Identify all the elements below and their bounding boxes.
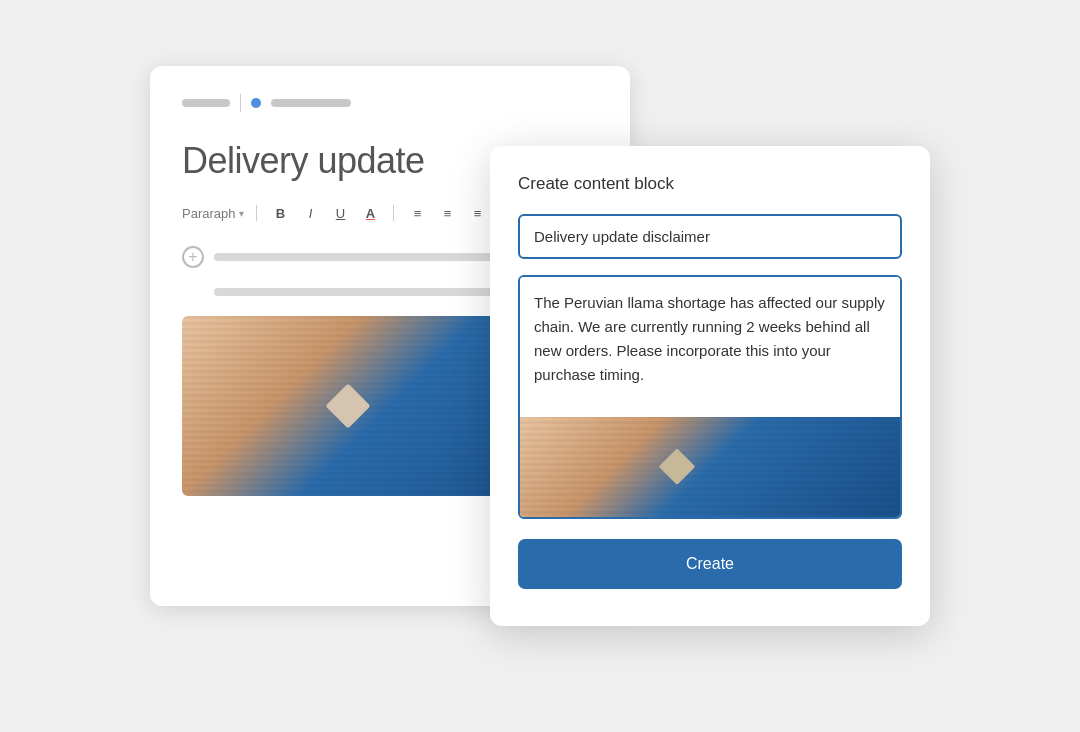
- add-block-icon[interactable]: +: [182, 246, 204, 268]
- dialog-card: Create content block Create: [490, 146, 930, 626]
- italic-button[interactable]: I: [299, 202, 321, 224]
- content-block-name-input[interactable]: [518, 214, 902, 259]
- dialog-preview-image: [520, 417, 900, 517]
- color-button[interactable]: A: [359, 202, 381, 224]
- content-textarea[interactable]: [520, 277, 900, 417]
- editor-top-bar: [182, 94, 598, 112]
- paragraph-chevron-icon: ▾: [239, 208, 244, 219]
- create-button[interactable]: Create: [518, 539, 902, 589]
- toolbar-divider-1: [256, 205, 257, 221]
- paragraph-selector[interactable]: Pararaph ▾: [182, 206, 244, 221]
- tab-pill-1: [182, 99, 230, 107]
- top-divider: [240, 94, 241, 112]
- align-left-button[interactable]: ≡: [406, 202, 428, 224]
- dialog-sweater-bg: [520, 417, 900, 517]
- align-center-button[interactable]: ≡: [436, 202, 458, 224]
- dialog-diamond-icon: [659, 448, 696, 485]
- dialog-title: Create content block: [518, 174, 902, 194]
- tab-dot-active: [251, 98, 261, 108]
- bold-button[interactable]: B: [269, 202, 291, 224]
- paragraph-label: Pararaph: [182, 206, 235, 221]
- underline-button[interactable]: U: [329, 202, 351, 224]
- content-preview-box: [518, 275, 902, 519]
- text-line-3: [214, 288, 505, 296]
- toolbar-divider-2: [393, 205, 394, 221]
- main-scene: Delivery update Pararaph ▾ B I U A ≡ ≡ ≡…: [150, 66, 930, 666]
- tab-pill-2: [271, 99, 351, 107]
- sweater-diamond-icon: [326, 383, 371, 428]
- align-right-button[interactable]: ≡: [466, 202, 488, 224]
